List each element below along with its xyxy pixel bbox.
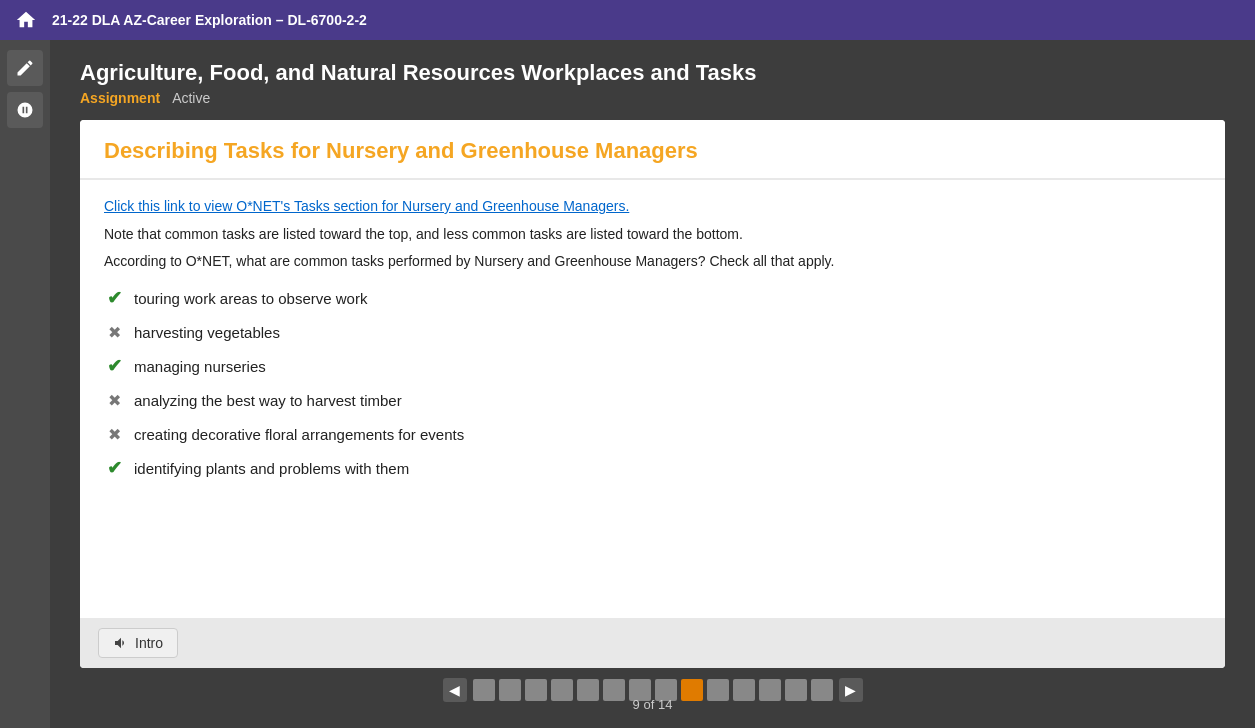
checkmark-icon: ✔ — [104, 288, 124, 308]
card-header: Describing Tasks for Nursery and Greenho… — [80, 120, 1225, 180]
note-text: Note that common tasks are listed toward… — [104, 224, 1201, 245]
check-item-5: ✔ identifying plants and problems with th… — [104, 458, 1201, 478]
active-label: Active — [172, 90, 210, 106]
checkmark-icon: ✔ — [104, 458, 124, 478]
topbar: 21-22 DLA AZ-Career Exploration – DL-670… — [0, 0, 1255, 40]
intro-button-label: Intro — [135, 635, 163, 651]
card-body: Click this link to view O*NET's Tasks se… — [80, 180, 1225, 618]
x-icon: ✖ — [104, 390, 124, 410]
home-icon[interactable] — [12, 6, 40, 34]
check-item-2: ✔ managing nurseries — [104, 356, 1201, 376]
content-area: Agriculture, Food, and Natural Resources… — [50, 40, 1255, 728]
page-title: Agriculture, Food, and Natural Resources… — [80, 60, 1225, 86]
bottom-section: ◀ ▶ 9 of 14 — [80, 668, 1225, 718]
card-footer: Intro — [80, 618, 1225, 668]
edit-button[interactable] — [7, 50, 43, 86]
topbar-title: 21-22 DLA AZ-Career Exploration – DL-670… — [52, 12, 367, 28]
check-item-text-4: creating decorative floral arrangements … — [134, 426, 464, 443]
onet-link[interactable]: Click this link to view O*NET's Tasks se… — [104, 198, 1201, 214]
checklist: ✔ touring work areas to observe work ✖ harv… — [104, 288, 1201, 478]
question-text: According to O*NET, what are common task… — [104, 251, 1201, 272]
check-item-text-0: touring work areas to observe work — [134, 290, 367, 307]
sidebar — [0, 40, 50, 728]
page-meta: Assignment Active — [80, 90, 1225, 106]
assignment-label: Assignment — [80, 90, 160, 106]
check-item-0: ✔ touring work areas to observe work — [104, 288, 1201, 308]
intro-button[interactable]: Intro — [98, 628, 178, 658]
main-layout: Agriculture, Food, and Natural Resources… — [0, 40, 1255, 728]
check-item-1: ✖ harvesting vegetables — [104, 322, 1201, 342]
card-title: Describing Tasks for Nursery and Greenho… — [104, 138, 1201, 164]
page-counter: 9 of 14 — [80, 697, 1225, 712]
check-item-text-5: identifying plants and problems with the… — [134, 460, 409, 477]
check-item-text-3: analyzing the best way to harvest timber — [134, 392, 402, 409]
audio-button[interactable] — [7, 92, 43, 128]
check-item-text-1: harvesting vegetables — [134, 324, 280, 341]
x-icon: ✖ — [104, 322, 124, 342]
check-item-text-2: managing nurseries — [134, 358, 266, 375]
page-header: Agriculture, Food, and Natural Resources… — [80, 60, 1225, 106]
check-item-3: ✖ analyzing the best way to harvest timbe… — [104, 390, 1201, 410]
content-card: Describing Tasks for Nursery and Greenho… — [80, 120, 1225, 668]
x-icon: ✖ — [104, 424, 124, 444]
check-item-4: ✖ creating decorative floral arrangements… — [104, 424, 1201, 444]
checkmark-icon: ✔ — [104, 356, 124, 376]
